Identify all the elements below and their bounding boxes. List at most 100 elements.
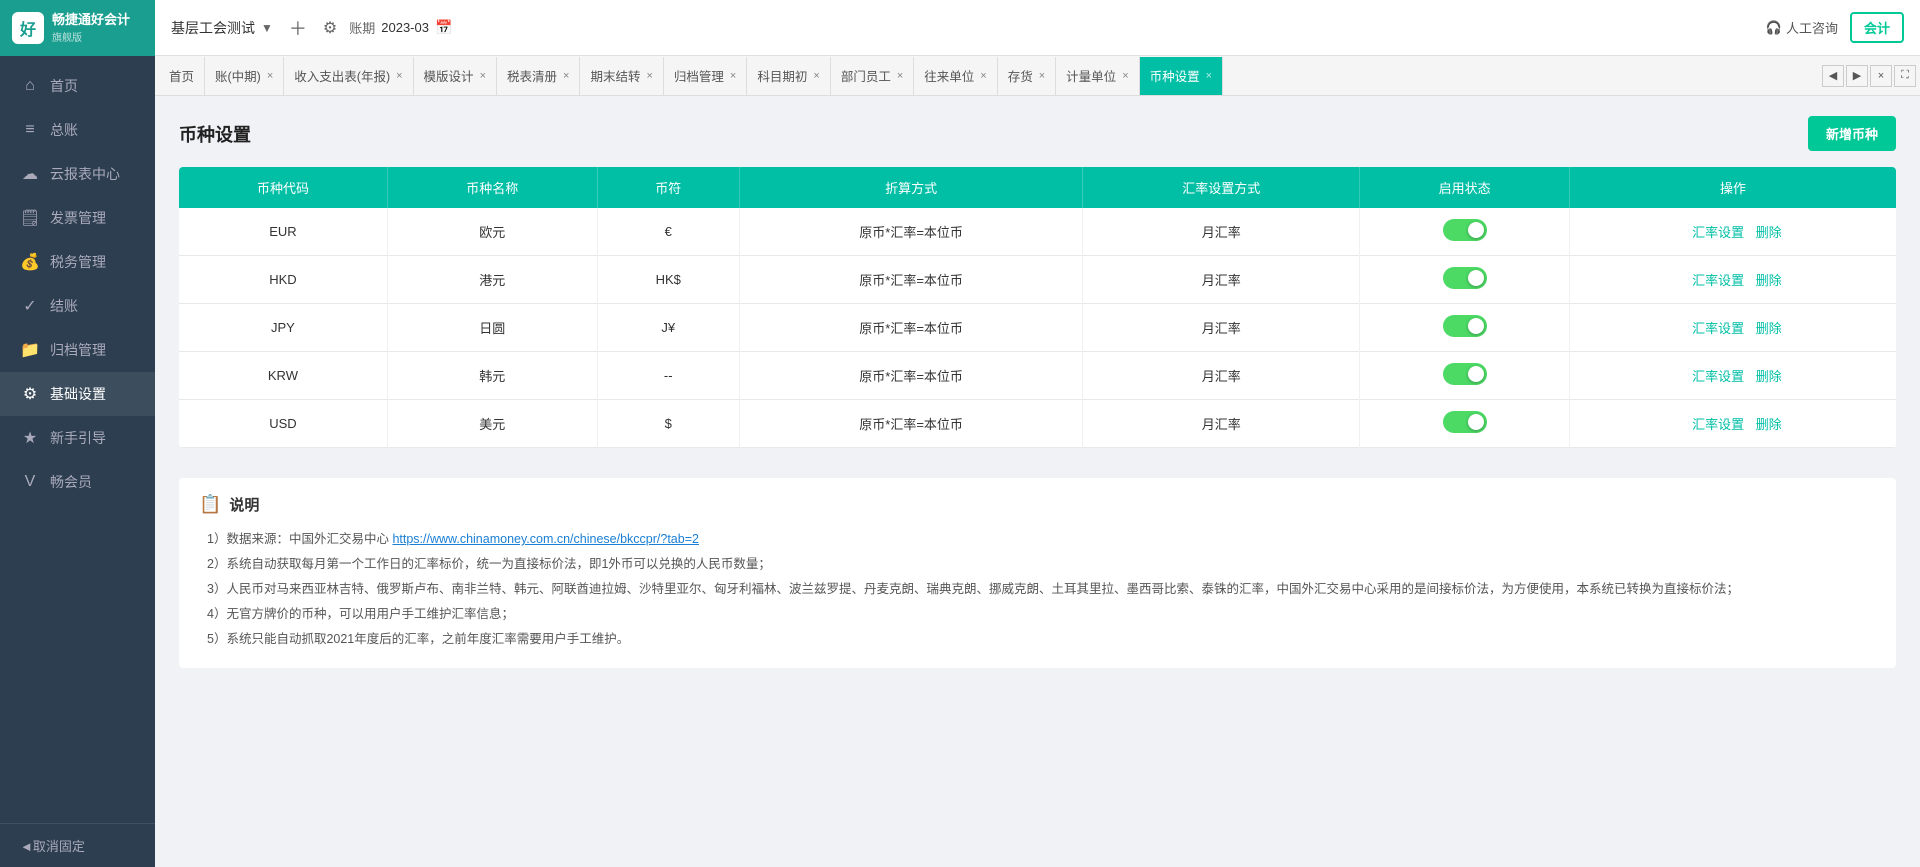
delete-link[interactable]: 删除 — [1756, 225, 1782, 240]
status-toggle[interactable] — [1443, 315, 1487, 337]
sidebar-item-ledger[interactable]: ≡ 总账 — [0, 108, 155, 152]
rate-setting-link[interactable]: 汇率设置 — [1692, 369, 1744, 384]
add-tab-button[interactable]: ＋ — [285, 15, 311, 41]
cell-rate-type: 月汇率 — [1083, 400, 1360, 448]
tab-contacts[interactable]: 往来单位 × — [914, 57, 997, 95]
status-toggle[interactable] — [1443, 411, 1487, 433]
cell-name: 日圆 — [387, 304, 597, 352]
tab-prev-button[interactable]: ◀ — [1822, 65, 1844, 87]
sidebar-item-reports[interactable]: ☁ 云报表中心 — [0, 152, 155, 196]
sidebar-item-newbie[interactable]: ★ 新手引导 — [0, 416, 155, 460]
close-icon[interactable]: × — [1206, 70, 1212, 82]
cell-status — [1360, 400, 1570, 448]
cell-code: JPY — [179, 304, 387, 352]
close-icon[interactable]: × — [267, 70, 273, 82]
tab-period-end[interactable]: 期末结转 × — [580, 57, 663, 95]
sidebar-item-tax[interactable]: 💰 税务管理 — [0, 240, 155, 284]
rate-setting-link[interactable]: 汇率设置 — [1692, 225, 1744, 240]
tab-close-all-button[interactable]: × — [1870, 65, 1892, 87]
cell-rate-type: 月汇率 — [1083, 304, 1360, 352]
sidebar-item-basic[interactable]: ⚙ 基础设置 — [0, 372, 155, 416]
tab-archive[interactable]: 归档管理 × — [664, 57, 747, 95]
tab-inventory[interactable]: 存货 × — [998, 57, 1056, 95]
cell-symbol: $ — [597, 400, 739, 448]
sidebar-pin-toggle[interactable]: ◄取消固定 — [0, 823, 155, 867]
cell-name: 欧元 — [387, 208, 597, 256]
tab-subjects[interactable]: 科目期初 × — [747, 57, 830, 95]
cell-actions: 汇率设置 删除 — [1569, 304, 1896, 352]
close-icon[interactable]: × — [563, 70, 569, 82]
sidebar-item-invoice[interactable]: 🗒 发票管理 — [0, 196, 155, 240]
delete-link[interactable]: 删除 — [1756, 369, 1782, 384]
logo-text: 畅捷通好会计 — [52, 12, 130, 29]
support-button[interactable]: 🎧 人工咨询 — [1766, 18, 1838, 37]
close-icon[interactable]: × — [1039, 70, 1045, 82]
tab-expand-button[interactable]: ⛶ — [1894, 65, 1916, 87]
sidebar: 好 畅捷通好会计 旗舰版 ⌂ 首页 ≡ 总账 ☁ 云报表中心 🗒 发票管理 💰 … — [0, 0, 155, 867]
close-icon[interactable]: × — [396, 70, 402, 82]
cell-rate-type: 月汇率 — [1083, 352, 1360, 400]
cell-code: KRW — [179, 352, 387, 400]
cell-symbol: -- — [597, 352, 739, 400]
delete-link[interactable]: 删除 — [1756, 417, 1782, 432]
rate-setting-link[interactable]: 汇率设置 — [1692, 321, 1744, 336]
tab-annual-report[interactable]: 收入支出表(年报) × — [284, 57, 413, 95]
tab-label: 往来单位 — [924, 66, 974, 85]
col-calc: 折算方式 — [739, 167, 1082, 208]
logo-sub: 旗舰版 — [52, 29, 130, 44]
close-icon[interactable]: × — [480, 70, 486, 82]
col-status: 启用状态 — [1360, 167, 1570, 208]
period-selector: 账期 2023-03 📅 — [349, 18, 452, 37]
notice-item: 2）系统自动获取每月第一个工作日的汇率标价，统一为直接标价法，即1外币可以兑换的… — [199, 552, 1876, 577]
status-toggle[interactable] — [1443, 219, 1487, 241]
tab-unit[interactable]: 计量单位 × — [1056, 57, 1139, 95]
cell-name: 港元 — [387, 256, 597, 304]
account-button[interactable]: 会计 — [1850, 12, 1904, 43]
tab-midterm[interactable]: 账(中期) × — [205, 57, 284, 95]
rate-setting-link[interactable]: 汇率设置 — [1692, 273, 1744, 288]
sidebar-item-member[interactable]: V 畅会员 — [0, 460, 155, 504]
new-currency-button[interactable]: 新增币种 — [1808, 116, 1896, 151]
tab-label: 账(中期) — [215, 66, 261, 85]
cell-rate-type: 月汇率 — [1083, 256, 1360, 304]
sidebar-nav: ⌂ 首页 ≡ 总账 ☁ 云报表中心 🗒 发票管理 💰 税务管理 ✓ 结账 📁 归… — [0, 56, 155, 823]
tab-template[interactable]: 模版设计 × — [414, 57, 497, 95]
rate-setting-link[interactable]: 汇率设置 — [1692, 417, 1744, 432]
page-content: 币种设置 新增币种 币种代码 币种名称 币符 折算方式 汇率设置方式 启用状态 … — [155, 96, 1920, 867]
col-symbol: 币符 — [597, 167, 739, 208]
company-selector[interactable]: 基层工会测试 ▼ — [171, 18, 273, 38]
close-icon[interactable]: × — [897, 70, 903, 82]
tab-label: 部门员工 — [841, 66, 891, 85]
sidebar-item-settlement[interactable]: ✓ 结账 — [0, 284, 155, 328]
notice-title: 📋 说明 — [199, 494, 1876, 515]
sidebar-item-archive[interactable]: 📁 归档管理 — [0, 328, 155, 372]
close-icon[interactable]: × — [1122, 70, 1128, 82]
tab-tax-table[interactable]: 税表清册 × — [497, 57, 580, 95]
close-icon[interactable]: × — [730, 70, 736, 82]
sidebar-item-home[interactable]: ⌂ 首页 — [0, 64, 155, 108]
delete-link[interactable]: 删除 — [1756, 273, 1782, 288]
tab-home[interactable]: 首页 — [159, 57, 205, 95]
delete-link[interactable]: 删除 — [1756, 321, 1782, 336]
table-row: KRW 韩元 -- 原币*汇率=本位币 月汇率 汇率设置 删除 — [179, 352, 1896, 400]
calendar-icon[interactable]: 📅 — [435, 19, 452, 36]
sidebar-logo: 好 畅捷通好会计 旗舰版 — [0, 0, 155, 56]
cell-symbol: € — [597, 208, 739, 256]
settlement-icon: ✓ — [20, 296, 40, 316]
status-toggle[interactable] — [1443, 267, 1487, 289]
status-toggle[interactable] — [1443, 363, 1487, 385]
notice-item: 4）无官方牌价的币种，可以用用户手工维护汇率信息； — [199, 602, 1876, 627]
tab-dept[interactable]: 部门员工 × — [831, 57, 914, 95]
notice-link[interactable]: https://www.chinamoney.com.cn/chinese/bk… — [392, 532, 699, 546]
settings-icon[interactable]: ⚙ — [323, 18, 337, 38]
tab-next-button[interactable]: ▶ — [1846, 65, 1868, 87]
tab-label: 归档管理 — [674, 66, 724, 85]
close-icon[interactable]: × — [646, 70, 652, 82]
tab-label: 存货 — [1008, 66, 1033, 85]
tab-label: 计量单位 — [1066, 66, 1116, 85]
topbar-right: 🎧 人工咨询 会计 — [1766, 12, 1904, 43]
tab-label: 税表清册 — [507, 66, 557, 85]
tab-currency[interactable]: 币种设置 × — [1140, 57, 1223, 95]
close-icon[interactable]: × — [813, 70, 819, 82]
close-icon[interactable]: × — [980, 70, 986, 82]
